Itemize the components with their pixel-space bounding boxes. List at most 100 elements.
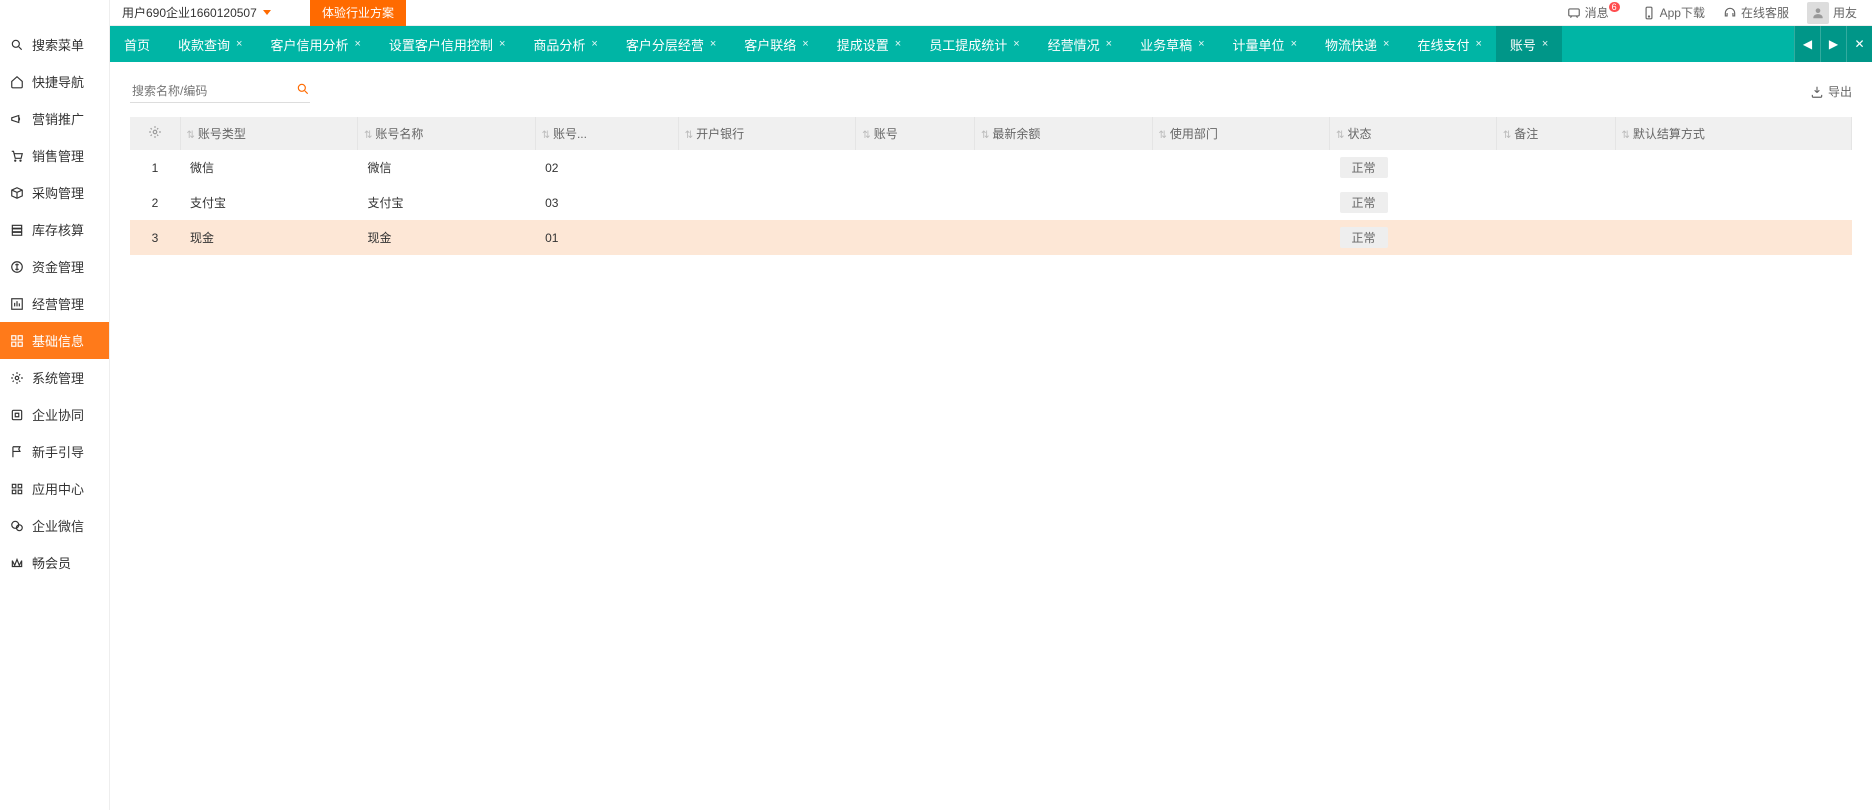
close-icon[interactable]: × [1013, 38, 1019, 50]
col-header-5[interactable]: ⇅账号 [856, 117, 975, 150]
cell: 正常 [1330, 185, 1497, 220]
search-icon [10, 38, 24, 52]
flag-icon [10, 445, 24, 459]
close-icon[interactable]: × [1542, 38, 1548, 50]
sidebar-item-9[interactable]: 系统管理 [0, 359, 109, 396]
table-row[interactable]: 1微信微信02正常 [130, 150, 1852, 185]
export-icon [1810, 85, 1824, 99]
tab-13[interactable]: 在线支付 × [1403, 26, 1495, 62]
sidebar-item-5[interactable]: 库存核算 [0, 211, 109, 248]
table-row[interactable]: 3现金现金01正常 [130, 220, 1852, 255]
user-menu[interactable]: 用友 [1807, 2, 1857, 24]
search-icon[interactable] [296, 82, 310, 100]
col-header-4[interactable]: ⇅开户银行 [678, 117, 856, 150]
sidebar-item-8[interactable]: 基础信息 [0, 322, 109, 359]
sidebar-item-3[interactable]: 销售管理 [0, 137, 109, 174]
service-label: 在线客服 [1741, 4, 1789, 21]
tab-label: 在线支付 [1417, 35, 1469, 54]
col-header-2[interactable]: ⇅账号名称 [358, 117, 536, 150]
close-icon[interactable]: × [354, 38, 360, 50]
export-button[interactable]: 导出 [1810, 83, 1852, 100]
cell [974, 150, 1152, 185]
close-icon[interactable]: × [1475, 38, 1481, 50]
col-header-9[interactable]: ⇅备注 [1496, 117, 1615, 150]
tab-label: 账号 [1510, 35, 1536, 54]
tabs-scroll-right[interactable]: ▶ [1820, 26, 1846, 62]
tab-6[interactable]: 客户联络 × [730, 26, 822, 62]
search-input[interactable] [130, 80, 296, 102]
col-header-10[interactable]: ⇅默认结算方式 [1615, 117, 1852, 150]
close-icon[interactable]: × [591, 38, 597, 50]
tab-1[interactable]: 收款查询 × [164, 26, 256, 62]
tab-label: 客户联络 [744, 35, 796, 54]
tab-label: 经营情况 [1048, 35, 1100, 54]
tab-9[interactable]: 经营情况 × [1034, 26, 1126, 62]
sidebar-item-1[interactable]: 快捷导航 [0, 63, 109, 100]
sidebar-item-2[interactable]: 营销推广 [0, 100, 109, 137]
sidebar-item-label: 库存核算 [32, 220, 84, 239]
sidebar-item-7[interactable]: 经营管理 [0, 285, 109, 322]
close-icon[interactable]: × [710, 38, 716, 50]
col-header-6[interactable]: ⇅最新余额 [974, 117, 1152, 150]
status-badge: 正常 [1340, 157, 1388, 178]
col-label: 默认结算方式 [1633, 127, 1705, 141]
col-header-0[interactable] [130, 117, 180, 150]
close-icon[interactable]: × [1106, 38, 1112, 50]
chart-icon [10, 297, 24, 311]
sort-icon: ⇅ [1503, 130, 1511, 141]
tabs-scroll-left[interactable]: ◀ [1794, 26, 1820, 62]
col-header-1[interactable]: ⇅账号类型 [180, 117, 358, 150]
tab-8[interactable]: 员工提成统计× [915, 26, 1033, 62]
try-industry-button[interactable]: 体验行业方案 [310, 0, 406, 26]
sidebar-item-6[interactable]: 资金管理 [0, 248, 109, 285]
sort-icon: ⇅ [364, 130, 372, 141]
app-download-link[interactable]: App下载 [1642, 4, 1705, 21]
cell: 02 [535, 150, 678, 185]
sidebar-item-label: 经营管理 [32, 294, 84, 313]
tab-2[interactable]: 客户信用分析× [256, 26, 374, 62]
close-icon[interactable]: × [1198, 38, 1204, 50]
close-icon[interactable]: × [236, 38, 242, 50]
sidebar-item-10[interactable]: 企业协同 [0, 396, 109, 433]
col-header-8[interactable]: ⇅状态 [1330, 117, 1497, 150]
tab-0[interactable]: 首页 [110, 26, 164, 62]
messages-link[interactable]: 消息 6 [1567, 4, 1624, 21]
tab-5[interactable]: 客户分层经营× [612, 26, 730, 62]
close-icon[interactable]: × [499, 38, 505, 50]
tabs-bar: 首页收款查询×客户信用分析×设置客户信用控制×商品分析×客户分层经营×客户联络×… [110, 26, 1872, 62]
tab-label: 物流快递 [1325, 35, 1377, 54]
tab-4[interactable]: 商品分析 × [519, 26, 611, 62]
sidebar-item-label: 采购管理 [32, 183, 84, 202]
tab-14[interactable]: 账号 × [1496, 26, 1562, 62]
close-icon[interactable]: × [895, 38, 901, 50]
col-header-7[interactable]: ⇅使用部门 [1152, 117, 1330, 150]
tab-10[interactable]: 业务草稿× [1126, 26, 1218, 62]
sidebar-item-13[interactable]: 企业微信 [0, 507, 109, 544]
cell: 3 [130, 220, 180, 255]
tab-3[interactable]: 设置客户信用控制× [375, 26, 519, 62]
col-label: 最新余额 [992, 127, 1040, 141]
close-icon[interactable]: × [802, 38, 808, 50]
online-service-link[interactable]: 在线客服 [1723, 4, 1789, 21]
sidebar-item-11[interactable]: 新手引导 [0, 433, 109, 470]
tab-label: 商品分析 [533, 35, 585, 54]
close-icon[interactable]: × [1291, 38, 1297, 50]
cell: 现金 [180, 220, 358, 255]
tab-11[interactable]: 计量单位× [1219, 26, 1311, 62]
tabs-close-all[interactable]: ✕ [1846, 26, 1872, 62]
sidebar-item-12[interactable]: 应用中心 [0, 470, 109, 507]
tab-12[interactable]: 物流快递 × [1311, 26, 1403, 62]
sidebar-item-0[interactable]: 搜索菜单 [0, 26, 109, 63]
tab-7[interactable]: 提成设置× [823, 26, 915, 62]
close-icon[interactable]: × [1383, 38, 1389, 50]
col-header-3[interactable]: ⇅账号... [535, 117, 678, 150]
org-dropdown[interactable]: 用户690企业1660120507 [110, 4, 310, 21]
avatar-icon [1807, 2, 1829, 24]
cell: 现金 [358, 220, 536, 255]
tab-label: 收款查询 [178, 35, 230, 54]
top-bar: 畅捷通好生意 用户690企业1660120507 体验行业方案 消息 6 App… [0, 0, 1872, 26]
table-row[interactable]: 2支付宝支付宝03正常 [130, 185, 1852, 220]
sidebar-item-4[interactable]: 采购管理 [0, 174, 109, 211]
status-badge: 正常 [1340, 227, 1388, 248]
sidebar-item-14[interactable]: 畅会员 [0, 544, 109, 581]
